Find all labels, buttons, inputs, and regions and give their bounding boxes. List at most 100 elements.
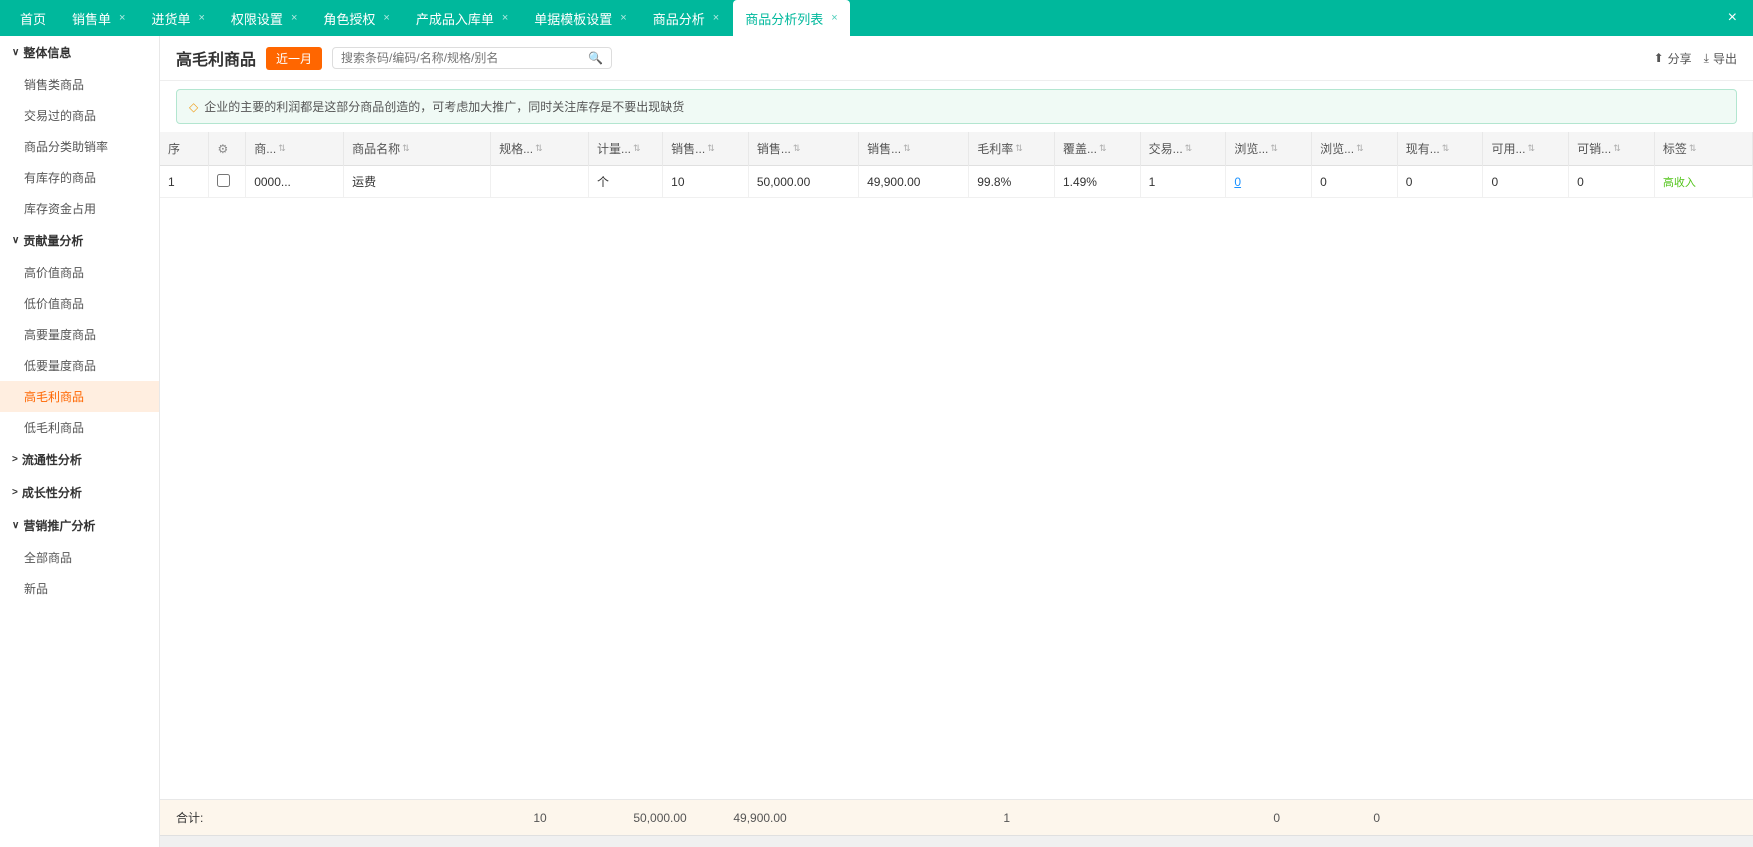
cell-browse2: 0 xyxy=(1312,166,1398,198)
sort-icon: ⇅ xyxy=(633,143,641,154)
tag-badge: 高收入 xyxy=(1663,177,1696,189)
filter-button[interactable]: 近一月 xyxy=(266,47,322,70)
col-header-spec[interactable]: 规格... ⇅ xyxy=(491,132,589,166)
sidebar-group-成长性分析[interactable]: >成长性分析 xyxy=(0,476,159,509)
cell-unit: 个 xyxy=(589,166,663,198)
col-header-tag[interactable]: 标签 ⇅ xyxy=(1654,132,1752,166)
nav-close-icon[interactable]: × xyxy=(119,12,125,24)
chevron-icon: > xyxy=(12,487,18,498)
sidebar-group-label: 营销推广分析 xyxy=(23,517,95,534)
info-icon: ◇ xyxy=(189,100,198,114)
col-header-usable[interactable]: 可用... ⇅ xyxy=(1483,132,1569,166)
nav-close-icon[interactable]: × xyxy=(502,12,508,24)
footer-sales-amount: 50,000.00 xyxy=(633,811,713,825)
sidebar-item-交易过的商品[interactable]: 交易过的商品 xyxy=(0,100,159,131)
sort-icon: ⇅ xyxy=(278,143,286,154)
col-header-cover[interactable]: 覆盖... ⇅ xyxy=(1054,132,1140,166)
cell-browse1[interactable]: 0 xyxy=(1226,166,1312,198)
col-header-sales_cost[interactable]: 销售... ⇅ xyxy=(859,132,969,166)
cell-cover: 1.49% xyxy=(1054,166,1140,198)
chevron-icon: > xyxy=(12,454,18,465)
col-header-sales_amount[interactable]: 销售... ⇅ xyxy=(748,132,858,166)
col-header-index[interactable]: 序 xyxy=(160,132,209,166)
nav-item-销售单[interactable]: 销售单× xyxy=(60,0,137,36)
nav-item-商品分析列表[interactable]: 商品分析列表× xyxy=(733,0,849,36)
col-header-gross_rate[interactable]: 毛利率 ⇅ xyxy=(969,132,1055,166)
col-header-browse2[interactable]: 浏览... ⇅ xyxy=(1312,132,1398,166)
nav-item-角色授权[interactable]: 角色授权× xyxy=(311,0,401,36)
col-header-trade[interactable]: 交易... ⇅ xyxy=(1140,132,1226,166)
sidebar-item-新品[interactable]: 新品 xyxy=(0,573,159,604)
share-button[interactable]: ⬆ 分享 xyxy=(1654,50,1692,67)
sidebar-item-销售类商品[interactable]: 销售类商品 xyxy=(0,69,159,100)
sidebar-group-label: 流通性分析 xyxy=(22,451,82,468)
browse-link[interactable]: 0 xyxy=(1234,175,1241,189)
sidebar-item-商品分类助销率[interactable]: 商品分类助销率 xyxy=(0,131,159,162)
footer-summary: 合计: 10 50,000.00 49,900.00 1 0 0 xyxy=(160,799,1753,835)
cell-name: 运费 xyxy=(344,166,491,198)
sidebar-group-营销推广分析[interactable]: ∨ 营销推广分析 xyxy=(0,509,159,542)
nav-item-进货单[interactable]: 进货单× xyxy=(139,0,216,36)
top-nav: 首页销售单×进货单×权限设置×角色授权×产成品入库单×单据模板设置×商品分析×商… xyxy=(0,0,1753,36)
footer-stock: 0 xyxy=(1273,811,1353,825)
sort-icon: ⇅ xyxy=(1613,143,1621,154)
sidebar-item-低价值商品[interactable]: 低价值商品 xyxy=(0,288,159,319)
window-close-button[interactable]: × xyxy=(1720,9,1745,27)
cell-stock_available: 0 xyxy=(1397,166,1483,198)
content-header: 高毛利商品 近一月 🔍 ⬆ 分享 ⤓ 导出 xyxy=(160,36,1753,81)
footer-trade: 1 xyxy=(1003,811,1083,825)
nav-item-权限设置[interactable]: 权限设置× xyxy=(219,0,309,36)
sidebar-item-库存资金占用[interactable]: 库存资金占用 xyxy=(0,193,159,224)
nav-close-icon[interactable]: × xyxy=(713,12,719,24)
sidebar-group-整体信息[interactable]: ∨整体信息 xyxy=(0,36,159,69)
col-header-browse1[interactable]: 浏览... ⇅ xyxy=(1226,132,1312,166)
col-header-name[interactable]: 商品名称 ⇅ xyxy=(344,132,491,166)
nav-item-首页[interactable]: 首页 xyxy=(8,0,58,36)
chevron-icon: ∨ xyxy=(12,520,19,531)
cell-saleable: 0 xyxy=(1569,166,1655,198)
col-header-stock_available[interactable]: 现有... ⇅ xyxy=(1397,132,1483,166)
nav-close-icon[interactable]: × xyxy=(291,12,297,24)
sidebar-item-有库存的商品[interactable]: 有库存的商品 xyxy=(0,162,159,193)
sidebar-group-流通性分析[interactable]: > 流通性分析 xyxy=(0,443,159,476)
nav-item-单据模板设置[interactable]: 单据模板设置× xyxy=(522,0,638,36)
cell-tag: 高收入 xyxy=(1654,166,1752,198)
col-header-sales_qty[interactable]: 销售... ⇅ xyxy=(663,132,749,166)
sort-icon: ⇅ xyxy=(707,143,715,154)
col-header-saleable[interactable]: 可销... ⇅ xyxy=(1569,132,1655,166)
nav-close-icon[interactable]: × xyxy=(831,12,837,24)
sidebar-group-贡献量分析[interactable]: ∨贡献量分析 xyxy=(0,224,159,257)
export-button[interactable]: ⤓ 导出 xyxy=(1704,50,1737,67)
sidebar-group-label: 整体信息 xyxy=(23,44,71,61)
footer-sales-cost: 49,900.00 xyxy=(733,811,813,825)
sort-icon: ⇅ xyxy=(535,143,543,154)
col-header-checkbox[interactable]: ⚙ xyxy=(209,132,246,166)
sidebar-item-高毛利商品[interactable]: 高毛利商品 xyxy=(0,381,159,412)
settings-icon[interactable]: ⚙ xyxy=(217,142,228,156)
page-title: 高毛利商品 xyxy=(176,46,256,70)
nav-close-icon[interactable]: × xyxy=(620,12,626,24)
col-header-unit[interactable]: 计量... ⇅ xyxy=(589,132,663,166)
bottom-scrollbar[interactable] xyxy=(160,835,1753,847)
chevron-icon: ∨ xyxy=(12,235,19,246)
nav-close-icon[interactable]: × xyxy=(198,12,204,24)
nav-close-icon[interactable]: × xyxy=(383,12,389,24)
sidebar-item-高价值商品[interactable]: 高价值商品 xyxy=(0,257,159,288)
search-icon[interactable]: 🔍 xyxy=(588,51,603,65)
sidebar-item-低毛利商品[interactable]: 低毛利商品 xyxy=(0,412,159,443)
sidebar-item-全部商品[interactable]: 全部商品 xyxy=(0,542,159,573)
sort-icon: ⇅ xyxy=(793,143,801,154)
sort-icon: ⇅ xyxy=(402,143,410,154)
data-table: 序⚙商... ⇅商品名称 ⇅规格... ⇅计量... ⇅销售... ⇅销售...… xyxy=(160,132,1753,198)
cell-index: 1 xyxy=(160,166,209,198)
nav-item-产成品入库单[interactable]: 产成品入库单× xyxy=(404,0,520,36)
cell-gross_rate: 99.8% xyxy=(969,166,1055,198)
search-input[interactable] xyxy=(341,51,584,65)
sidebar-item-低要量度商品[interactable]: 低要量度商品 xyxy=(0,350,159,381)
nav-item-商品分析[interactable]: 商品分析× xyxy=(641,0,731,36)
cell-checkbox xyxy=(209,166,246,198)
row-checkbox[interactable] xyxy=(217,174,230,187)
sidebar-item-高要量度商品[interactable]: 高要量度商品 xyxy=(0,319,159,350)
col-header-code[interactable]: 商... ⇅ xyxy=(246,132,344,166)
sort-icon: ⇅ xyxy=(1099,143,1107,154)
